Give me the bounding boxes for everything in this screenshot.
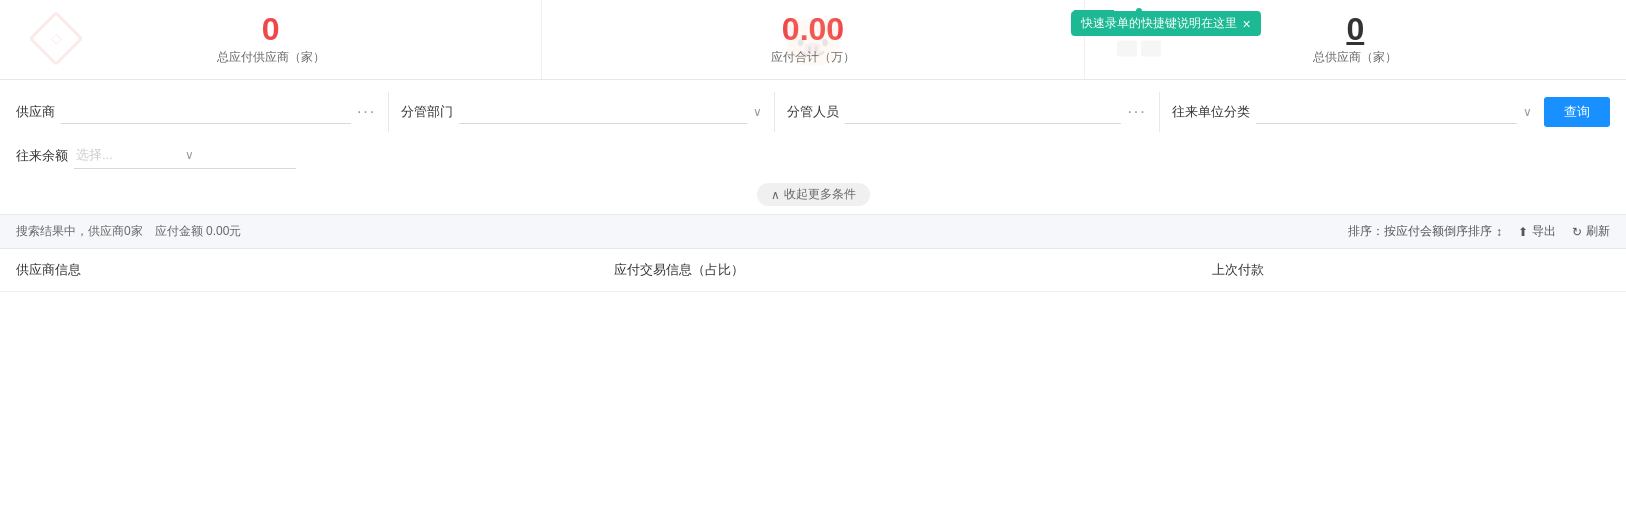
svg-text:◇: ◇: [51, 29, 62, 45]
result-supplier-count: 0: [124, 224, 131, 238]
filter-unit-class: 往来单位分类 ∨: [1172, 100, 1532, 124]
supplier-label: 供应商: [16, 103, 55, 121]
table-col-transaction: 应付交易信息（占比）: [614, 261, 1212, 279]
tooltip-text: 快速录单的快捷键说明在这里: [1081, 15, 1237, 32]
stat1-number: 0: [262, 13, 280, 45]
stat-payable-total: 快速录单的快捷键说明在这里 × 🐷 0.00 应付合计（万）: [542, 0, 1084, 79]
stat3-label: 总供应商（家）: [1313, 49, 1397, 66]
divider-2: [774, 92, 775, 132]
export-icon: ⬆: [1518, 225, 1528, 239]
filter-department: 分管部门 ∨: [401, 100, 761, 124]
collapse-button[interactable]: ∧ 收起更多条件: [757, 183, 870, 206]
sort-button[interactable]: 排序：按应付会额倒序排序 ↕: [1348, 223, 1502, 240]
person-dots[interactable]: ···: [1127, 103, 1146, 121]
balance-select[interactable]: 选择... ∨: [74, 142, 296, 169]
result-prefix: 搜索结果中，供应商: [16, 224, 124, 238]
collapse-label: 收起更多条件: [784, 186, 856, 203]
filter-area: 供应商 ··· 分管部门 ∨ 分管人员 ··· 往来单位分类 ∨ 查询: [0, 80, 1626, 215]
export-label: 导出: [1532, 223, 1556, 240]
person-input[interactable]: [845, 100, 1122, 124]
result-bar: 搜索结果中，供应商0家 应付金额 0.00元 排序：按应付会额倒序排序 ↕ ⬆ …: [0, 215, 1626, 249]
table-header: 供应商信息 应付交易信息（占比） 上次付款: [0, 249, 1626, 292]
filter-row-1: 供应商 ··· 分管部门 ∨ 分管人员 ··· 往来单位分类 ∨ 查询: [16, 92, 1610, 132]
divider-1: [388, 92, 389, 132]
pig-icon: 🐷: [782, 12, 844, 68]
supplier-dots[interactable]: ···: [357, 103, 376, 121]
balance-placeholder: 选择...: [76, 146, 185, 164]
filter-supplier: 供应商 ···: [16, 100, 376, 124]
svg-rect-5: [1141, 40, 1161, 56]
result-amount-unit: 元: [229, 224, 241, 238]
collapse-arrow-icon: ∧: [771, 188, 780, 202]
table-body: [0, 292, 1626, 515]
supplier-input[interactable]: [61, 100, 351, 124]
stat-total-payable-suppliers: ◇ 0 总应付供应商（家）: [0, 0, 542, 79]
stat3-number: 0: [1346, 13, 1364, 45]
table-col-last-payment: 上次付款: [1212, 261, 1611, 279]
department-input[interactable]: [459, 100, 746, 124]
stat1-label: 总应付供应商（家）: [217, 49, 325, 66]
department-arrow[interactable]: ∨: [753, 105, 762, 119]
export-button[interactable]: ⬆ 导出: [1518, 223, 1556, 240]
result-actions: 排序：按应付会额倒序排序 ↕ ⬆ 导出 ↻ 刷新: [1348, 223, 1610, 240]
unit-class-arrow[interactable]: ∨: [1523, 105, 1532, 119]
stats-bar: ◇ 0 总应付供应商（家） 快速录单的快捷键说明在这里 × 🐷 0.00 应付合…: [0, 0, 1626, 80]
tooltip-bubble: 快速录单的快捷键说明在这里 ×: [1071, 11, 1261, 36]
refresh-button[interactable]: ↻ 刷新: [1572, 223, 1610, 240]
result-supplier-unit: 家: [131, 224, 143, 238]
result-amount-value: 0.00: [206, 224, 229, 238]
table-col-supplier-info: 供应商信息: [16, 261, 614, 279]
diamond-icon: ◇: [30, 12, 82, 64]
refresh-icon: ↻: [1572, 225, 1582, 239]
svg-rect-4: [1117, 40, 1137, 56]
result-amount-label: 应付金额: [155, 224, 203, 238]
refresh-label: 刷新: [1586, 223, 1610, 240]
sort-arrow-icon: ↕: [1496, 225, 1502, 239]
person-label: 分管人员: [787, 103, 839, 121]
balance-label: 往来余额: [16, 147, 68, 165]
divider-3: [1159, 92, 1160, 132]
collapse-row: ∧ 收起更多条件: [16, 179, 1610, 214]
department-label: 分管部门: [401, 103, 453, 121]
unit-class-input[interactable]: [1256, 100, 1517, 124]
sort-label: 排序：按应付会额倒序排序: [1348, 223, 1492, 240]
filter-balance: 往来余额 选择... ∨: [16, 142, 296, 169]
tooltip-close-btn[interactable]: ×: [1243, 17, 1251, 31]
result-info: 搜索结果中，供应商0家 应付金额 0.00元: [16, 223, 241, 240]
filter-row-2: 往来余额 选择... ∨: [16, 142, 1610, 169]
query-button[interactable]: 查询: [1544, 97, 1610, 127]
balance-arrow: ∨: [185, 148, 294, 162]
filter-person: 分管人员 ···: [787, 100, 1147, 124]
unit-class-label: 往来单位分类: [1172, 103, 1250, 121]
